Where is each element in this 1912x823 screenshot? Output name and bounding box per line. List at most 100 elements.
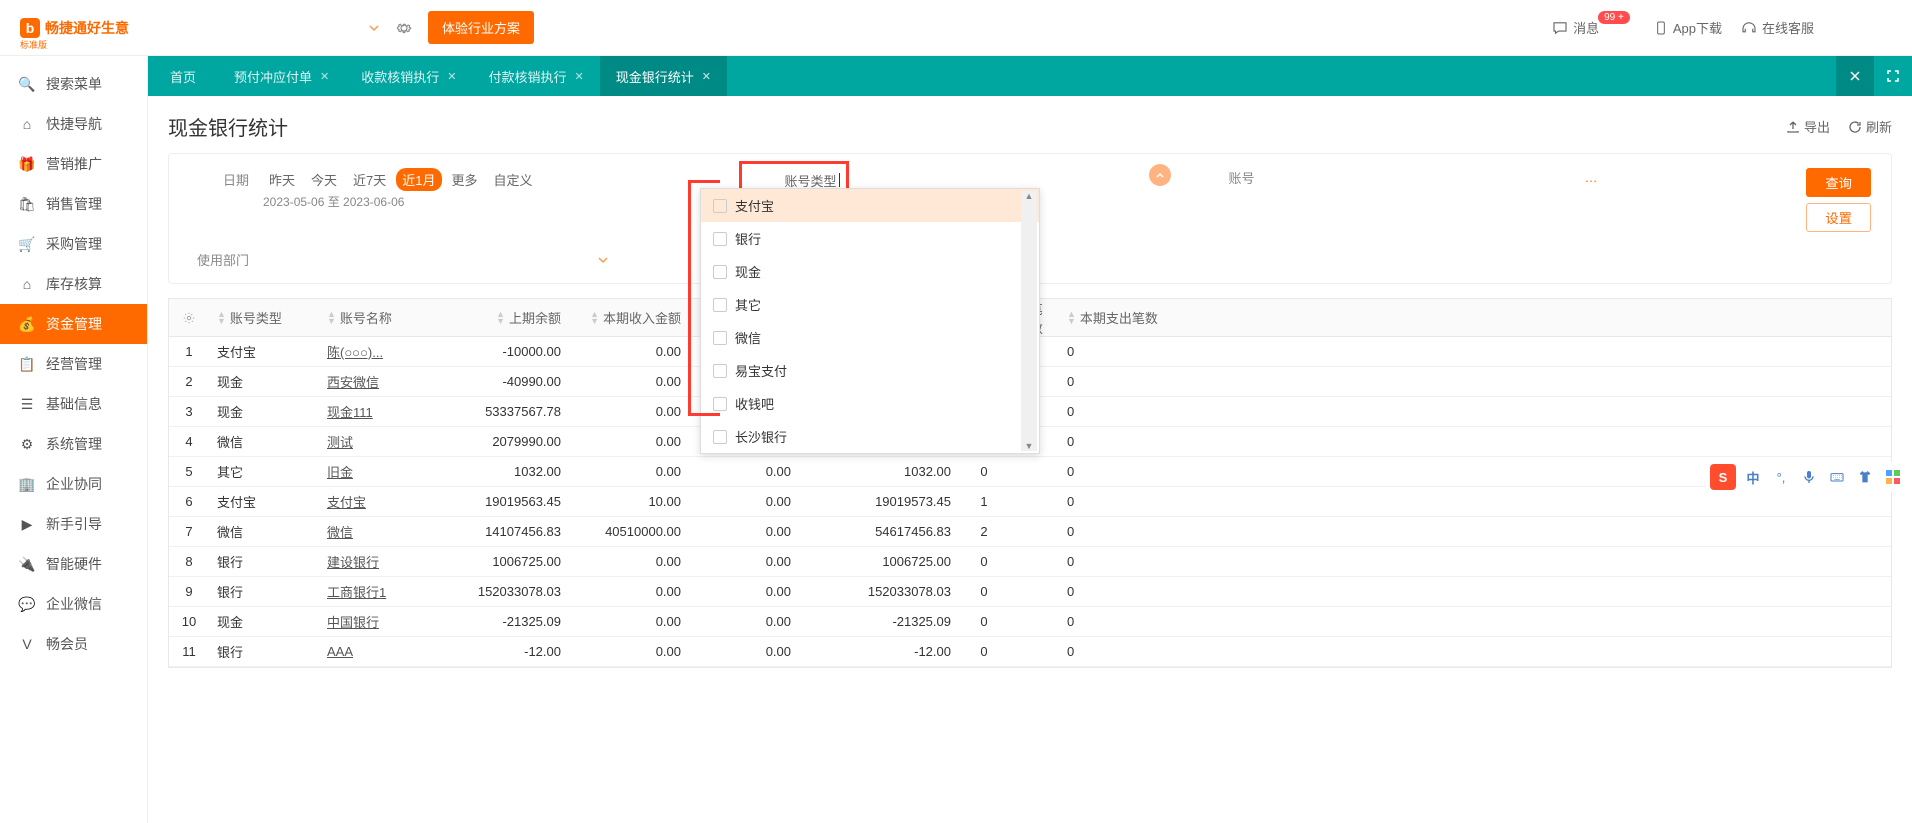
sidebar-item-14[interactable]: V畅会员 xyxy=(0,624,147,664)
tab-2[interactable]: 付款核销执行✕ xyxy=(472,56,599,96)
sidebar-icon: 🎁 xyxy=(18,155,36,173)
checkbox[interactable] xyxy=(713,331,727,345)
date-opt-2[interactable]: 近7天 xyxy=(347,168,392,191)
sidebar-item-13[interactable]: 💬企业微信 xyxy=(0,584,147,624)
dropdown-option-3[interactable]: 其它 xyxy=(701,288,1039,321)
sidebar-item-5[interactable]: ⌂库存核算 xyxy=(0,264,147,304)
date-opt-3[interactable]: 近1月 xyxy=(396,168,441,191)
tab-close-icon[interactable]: ✕ xyxy=(575,70,584,83)
date-opt-0[interactable]: 昨天 xyxy=(263,168,301,191)
account-name-link[interactable]: 现金111 xyxy=(327,402,373,421)
date-opt-1[interactable]: 今天 xyxy=(305,168,343,191)
account-name-link[interactable]: AAA xyxy=(327,644,353,659)
ime-toolbar: S 中 °, xyxy=(1706,462,1908,492)
trial-button[interactable]: 体验行业方案 xyxy=(428,11,534,44)
sidebar-icon: 🔍 xyxy=(18,75,36,93)
dropdown-option-1[interactable]: 银行 xyxy=(701,222,1039,255)
app-download-button[interactable]: App下载 xyxy=(1653,18,1722,37)
col-account-type[interactable]: ▲▼账号类型 xyxy=(209,308,319,327)
messages-button[interactable]: 消息 99 + xyxy=(1551,18,1635,37)
table-row: 9银行工商银行1152033078.030.000.00152033078.03… xyxy=(169,577,1891,607)
sidebar-icon: 🛍 xyxy=(18,195,36,213)
checkbox[interactable] xyxy=(713,430,727,444)
logo-text: 畅捷通好生意 xyxy=(45,18,129,38)
collapse-toggle[interactable] xyxy=(1149,164,1171,186)
account-name-link[interactable]: 建设银行 xyxy=(327,552,379,571)
table-row: 11银行AAA-12.000.000.00-12.0000 xyxy=(169,637,1891,667)
sidebar-item-10[interactable]: 🏢企业协同 xyxy=(0,464,147,504)
online-service-button[interactable]: 在线客服 xyxy=(1740,18,1814,37)
dropdown-option-5[interactable]: 易宝支付 xyxy=(701,354,1039,387)
account-name-link[interactable]: 陈(○○○)... xyxy=(327,342,383,361)
company-select[interactable] xyxy=(180,22,380,34)
sidebar-item-2[interactable]: 🎁营销推广 xyxy=(0,144,147,184)
text-cursor xyxy=(839,173,840,187)
phone-icon xyxy=(1653,20,1669,36)
account-name-link[interactable]: 西安微信 xyxy=(327,372,379,391)
date-opt-4[interactable]: 更多 xyxy=(446,168,484,191)
toolbox-icon[interactable] xyxy=(1882,466,1904,488)
table-row: 6支付宝支付宝19019563.4510.000.0019019573.4510 xyxy=(169,487,1891,517)
tab-1[interactable]: 收款核销执行✕ xyxy=(345,56,472,96)
tab-3[interactable]: 现金银行统计✕ xyxy=(600,56,727,96)
sidebar-item-9[interactable]: ⚙系统管理 xyxy=(0,424,147,464)
more-filters-button[interactable]: … xyxy=(1585,170,1600,185)
col-account-name[interactable]: ▲▼账号名称 xyxy=(319,308,449,327)
sidebar-item-6[interactable]: 💰资金管理 xyxy=(0,304,147,344)
tab-0[interactable]: 预付冲应付单✕ xyxy=(218,56,345,96)
ime-lang-button[interactable]: 中 xyxy=(1742,466,1764,488)
dropdown-option-0[interactable]: 支付宝 xyxy=(701,189,1039,222)
department-input[interactable] xyxy=(263,252,597,268)
checkbox[interactable] xyxy=(713,232,727,246)
checkbox[interactable] xyxy=(713,298,727,312)
account-name-link[interactable]: 中国银行 xyxy=(327,612,379,631)
dropdown-option-6[interactable]: 收钱吧 xyxy=(701,387,1039,420)
topbar: b 畅捷通好生意 标准版 体验行业方案 消息 99 + App下载 在线客服 xyxy=(0,0,1912,56)
query-button[interactable]: 查询 xyxy=(1806,168,1871,197)
account-name-link[interactable]: 支付宝 xyxy=(327,492,366,511)
tab-expand-button[interactable] xyxy=(1874,56,1912,96)
sidebar-item-7[interactable]: 📋经营管理 xyxy=(0,344,147,384)
tab-close-icon[interactable]: ✕ xyxy=(447,70,456,83)
sidebar-item-4[interactable]: 🛒采购管理 xyxy=(0,224,147,264)
checkbox[interactable] xyxy=(713,364,727,378)
department-dropdown-button[interactable] xyxy=(597,254,609,266)
mic-icon[interactable] xyxy=(1798,466,1820,488)
dropdown-option-7[interactable]: 长沙银行 xyxy=(701,420,1039,453)
checkbox[interactable] xyxy=(713,397,727,411)
sidebar-icon: 🔌 xyxy=(18,555,36,573)
sogou-ime-icon[interactable]: S xyxy=(1710,464,1736,490)
col-income[interactable]: ▲▼本期收入金额 xyxy=(569,308,689,327)
gear-icon[interactable] xyxy=(395,19,413,37)
sidebar-item-1[interactable]: ⌂快捷导航 xyxy=(0,104,147,144)
tab-close-button[interactable] xyxy=(1836,56,1874,96)
date-opt-5[interactable]: 自定义 xyxy=(488,168,539,191)
export-button[interactable]: 导出 xyxy=(1786,117,1830,136)
skin-icon[interactable] xyxy=(1854,466,1876,488)
settings-button[interactable]: 设置 xyxy=(1806,203,1871,232)
dropdown-scrollbar[interactable]: ▲ ▼ xyxy=(1021,191,1037,451)
dropdown-option-4[interactable]: 微信 xyxy=(701,321,1039,354)
checkbox[interactable] xyxy=(713,265,727,279)
sidebar-item-3[interactable]: 🛍销售管理 xyxy=(0,184,147,224)
col-prev-balance[interactable]: ▲▼上期余额 xyxy=(449,308,569,327)
col-expense-count[interactable]: ▲▼本期支出笔数 xyxy=(1059,308,1199,327)
sidebar-item-11[interactable]: ▶新手引导 xyxy=(0,504,147,544)
refresh-button[interactable]: 刷新 xyxy=(1848,117,1892,136)
sidebar-item-12[interactable]: 🔌智能硬件 xyxy=(0,544,147,584)
sidebar-icon: 💰 xyxy=(18,315,36,333)
tab-home[interactable]: 首页 xyxy=(148,56,218,96)
account-name-link[interactable]: 工商银行1 xyxy=(327,582,386,601)
account-name-link[interactable]: 旧金 xyxy=(327,462,353,481)
account-name-link[interactable]: 测试 xyxy=(327,432,353,451)
sidebar-item-0[interactable]: 🔍搜索菜单 xyxy=(0,64,147,104)
table-settings-button[interactable] xyxy=(169,311,209,325)
dropdown-option-2[interactable]: 现金 xyxy=(701,255,1039,288)
keyboard-icon[interactable] xyxy=(1826,466,1848,488)
ime-punct-icon[interactable]: °, xyxy=(1770,466,1792,488)
sidebar-item-8[interactable]: ☰基础信息 xyxy=(0,384,147,424)
tab-close-icon[interactable]: ✕ xyxy=(702,70,711,83)
checkbox[interactable] xyxy=(713,199,727,213)
account-name-link[interactable]: 微信 xyxy=(327,522,353,541)
tab-close-icon[interactable]: ✕ xyxy=(320,70,329,83)
